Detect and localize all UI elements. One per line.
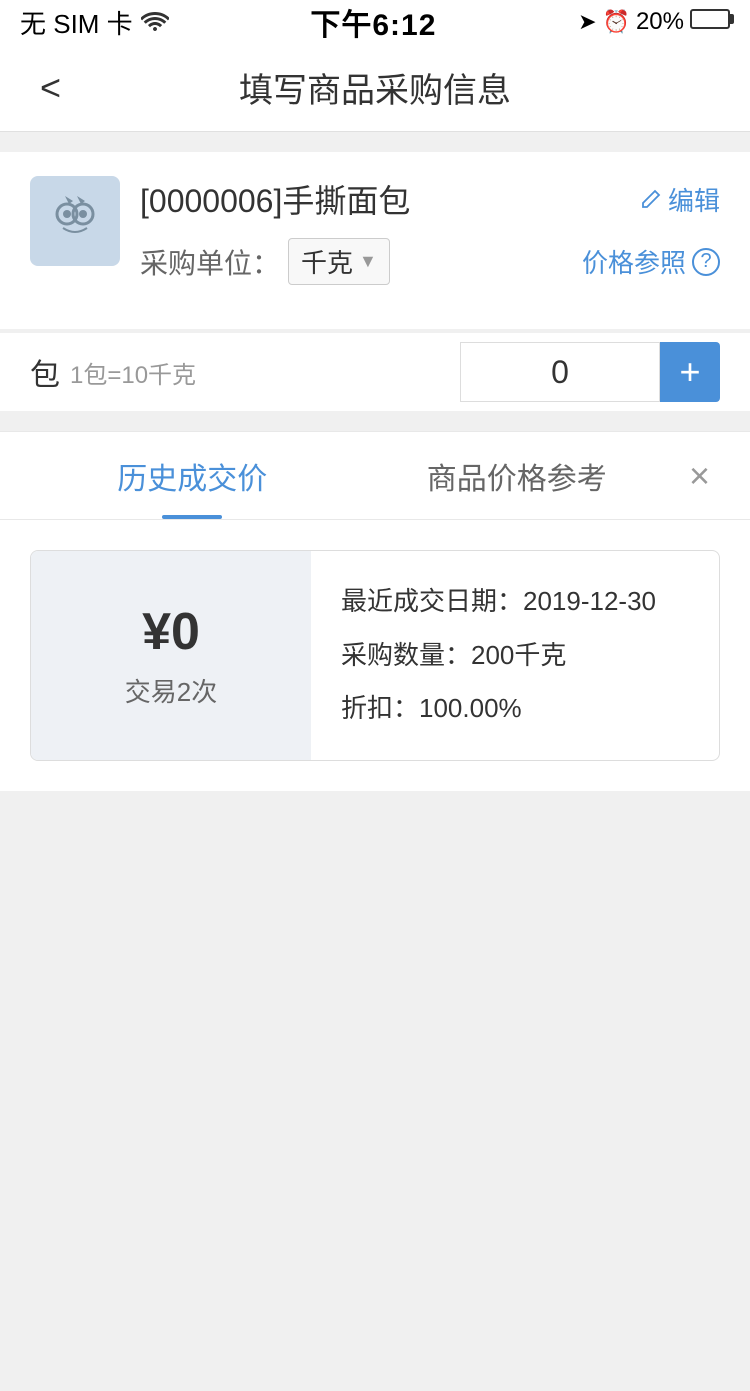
back-button[interactable]: < (30, 57, 71, 119)
edit-button[interactable]: 编辑 (640, 181, 720, 218)
quantity-value: 0 (551, 354, 569, 391)
tabs-header: 历史成交价 商品价格参考 × (0, 432, 750, 520)
transaction-content: ¥0 交易2次 最近成交日期：2019-12-30 采购数量：200千克 折扣：… (0, 520, 750, 791)
wifi-icon (141, 7, 169, 38)
help-icon: ? (692, 248, 720, 276)
product-info: [0000006]手撕面包 编辑 采购单位： 千克 ▼ 价格 (140, 176, 720, 285)
transaction-details: 最近成交日期：2019-12-30 采购数量：200千克 折扣：100.00% (311, 551, 719, 760)
product-thumbnail (30, 176, 120, 266)
status-right: ➤ ⏰ 20% (578, 8, 730, 36)
quantity-section: 包 1包=10千克 0 + (0, 331, 750, 411)
tab-close-button[interactable]: × (679, 445, 720, 507)
discount-label: 折扣： (341, 693, 419, 723)
quantity-input[interactable]: 0 (460, 342, 660, 402)
edit-label: 编辑 (668, 181, 720, 218)
tabs-section: 历史成交价 商品价格参考 × ¥0 交易2次 最近成交日期：2019-12-30… (0, 431, 750, 791)
transaction-price: ¥0 (142, 602, 200, 662)
recent-date-label: 最近成交日期： (341, 586, 523, 616)
purchase-qty-value: 200千克 (471, 640, 566, 670)
purchase-unit-row: 采购单位： 千克 ▼ 价格参照 ? (140, 238, 720, 285)
package-icon: 包 (30, 350, 60, 394)
page-title: 填写商品采购信息 (239, 63, 511, 112)
battery-percent: 20% (636, 8, 684, 36)
plus-button[interactable]: + (660, 342, 720, 402)
unit-select[interactable]: 千克 ▼ (288, 238, 390, 285)
transaction-card: ¥0 交易2次 最近成交日期：2019-12-30 采购数量：200千克 折扣：… (30, 550, 720, 761)
unit-label-group: 采购单位： 千克 ▼ (140, 238, 390, 285)
unit-label: 采购单位： (140, 242, 280, 282)
battery-icon (690, 8, 730, 36)
discount-row: 折扣：100.00% (341, 688, 689, 730)
product-title-row: [0000006]手撕面包 编辑 (140, 176, 720, 222)
transaction-price-section: ¥0 交易2次 (31, 551, 311, 760)
chevron-down-icon: ▼ (359, 251, 377, 272)
quantity-control: 0 + (460, 342, 720, 402)
alarm-icon: ⏰ (603, 9, 630, 35)
transaction-count: 交易2次 (125, 672, 217, 709)
recent-date-value: 2019-12-30 (523, 586, 656, 616)
product-header: [0000006]手撕面包 编辑 采购单位： 千克 ▼ 价格 (30, 176, 720, 285)
location-icon: ➤ (578, 9, 596, 35)
tab-history-label: 历史成交价 (117, 463, 267, 496)
price-symbol: ¥ (142, 603, 171, 661)
package-label: 包 1包=10千克 (30, 350, 196, 394)
price-value: 0 (171, 603, 200, 661)
status-bar: 无 SIM 卡 下午6:12 ➤ ⏰ 20% (0, 0, 750, 44)
price-reference-button[interactable]: 价格参照 ? (582, 243, 720, 280)
nav-bar: < 填写商品采购信息 (0, 44, 750, 132)
product-card: [0000006]手撕面包 编辑 采购单位： 千克 ▼ 价格 (0, 152, 750, 329)
purchase-qty-label: 采购数量： (341, 640, 471, 670)
carrier-text: 无 SIM 卡 (20, 4, 133, 41)
package-ratio: 1包=10千克 (70, 355, 196, 390)
product-name: [0000006]手撕面包 (140, 176, 410, 222)
discount-value: 100.00% (419, 693, 522, 723)
main-content (0, 791, 750, 1391)
tab-price-reference[interactable]: 商品价格参考 (354, 434, 678, 518)
status-time: 下午6:12 (310, 0, 436, 44)
plus-icon: + (679, 351, 700, 393)
tab-reference-label: 商品价格参考 (427, 463, 607, 496)
price-ref-label: 价格参照 (582, 243, 686, 280)
purchase-qty-row: 采购数量：200千克 (341, 635, 689, 677)
tab-history-price[interactable]: 历史成交价 (30, 434, 354, 518)
recent-date-row: 最近成交日期：2019-12-30 (341, 581, 689, 623)
product-image-icon (45, 186, 105, 256)
unit-value: 千克 (301, 243, 353, 280)
status-left: 无 SIM 卡 (20, 4, 169, 41)
